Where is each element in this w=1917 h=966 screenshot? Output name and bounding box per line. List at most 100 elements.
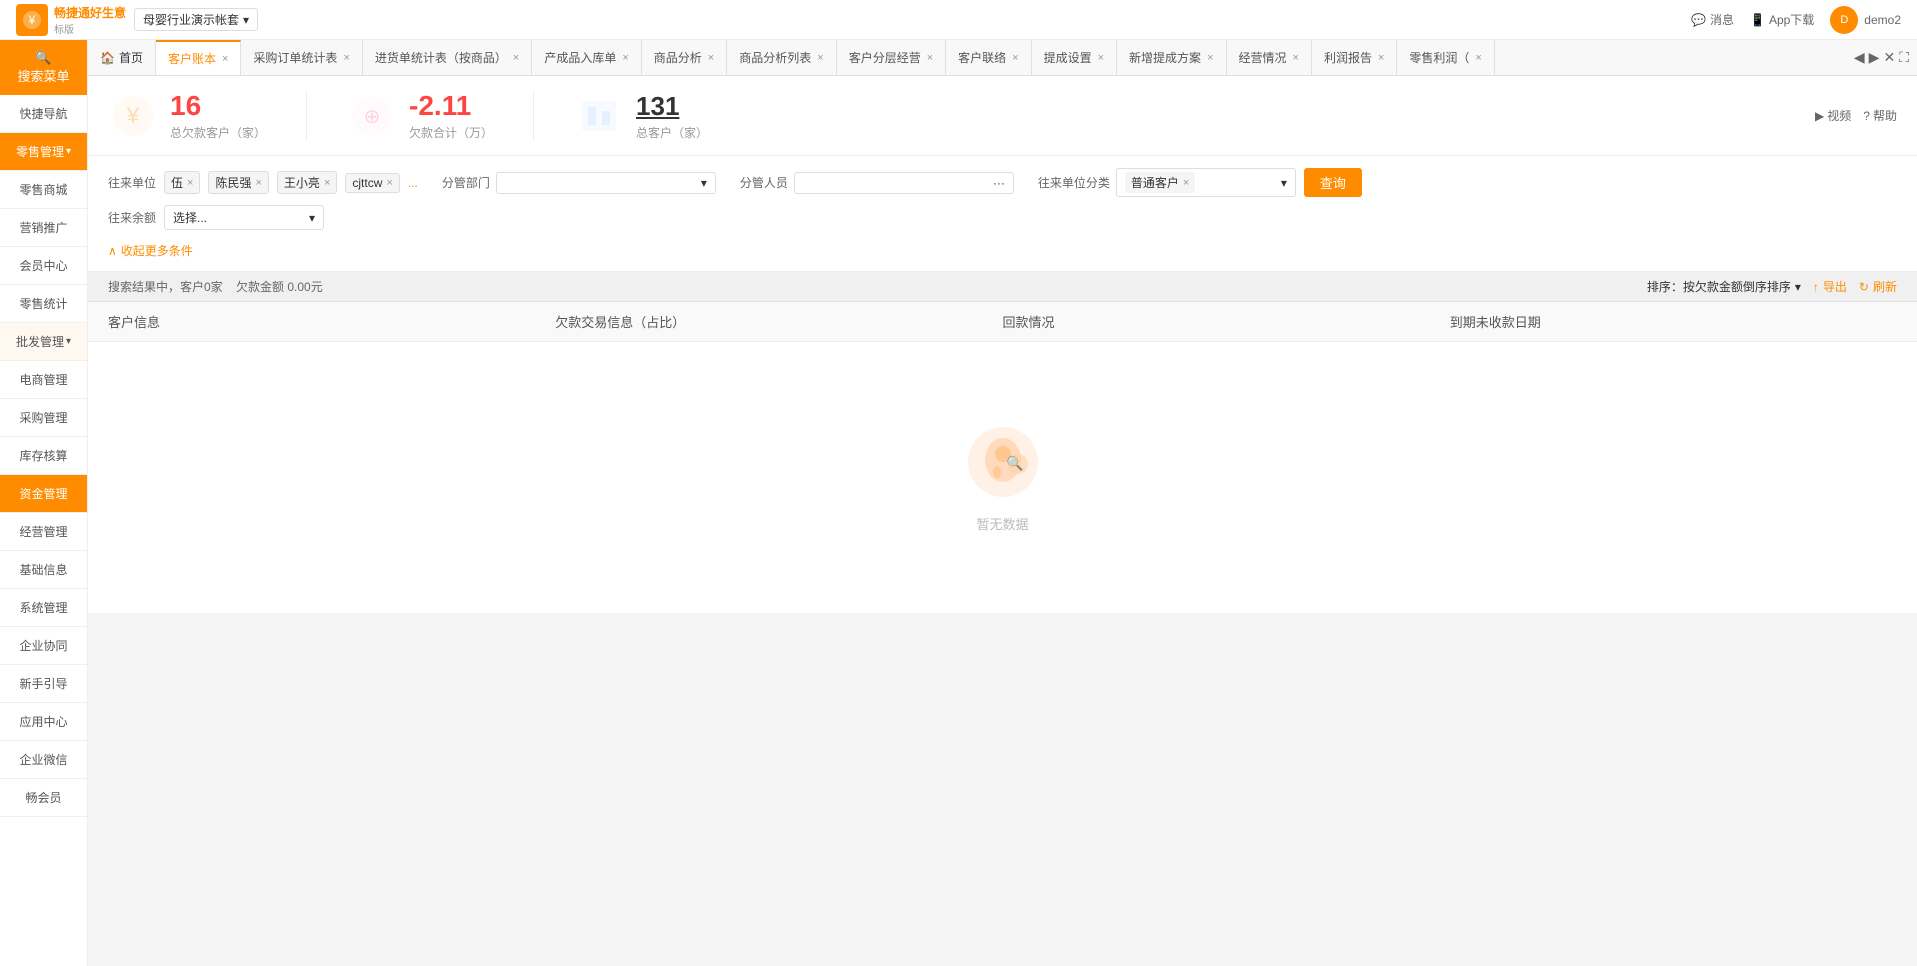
tab-retail-profit-label: 零售利润（ <box>1409 49 1469 66</box>
sidebar-item-retail-mall[interactable]: 零售商城 <box>0 171 87 209</box>
tab-close-all-icon[interactable]: ✕ <box>1883 49 1895 66</box>
tab-product-stock-label: 产成品入库单 <box>544 49 616 66</box>
tab-close-product-list[interactable]: × <box>817 52 823 64</box>
filter-person-select[interactable]: ··· <box>794 172 1014 194</box>
tab-close-profit[interactable]: × <box>1378 52 1384 64</box>
tab-purchase-order-stats[interactable]: 采购订单统计表 × <box>241 40 362 76</box>
refresh-button[interactable]: ↻ 刷新 <box>1859 278 1897 295</box>
logo-subtitle: 标版 <box>54 21 126 36</box>
tab-incoming-stats[interactable]: 进货单统计表（按商品） × <box>363 40 532 76</box>
filter-tag-unit2-text: 陈民强 <box>215 174 251 191</box>
tab-customer-tier-label: 客户分层经营 <box>849 49 921 66</box>
tab-close-customer-tier[interactable]: × <box>927 52 933 64</box>
tab-new-plan[interactable]: 新增提成方案 × <box>1117 40 1226 76</box>
video-label: 视频 <box>1827 107 1851 124</box>
avatar: D <box>1830 6 1858 34</box>
sidebar-item-system-mgmt[interactable]: 系统管理 <box>0 589 87 627</box>
tab-close-operation[interactable]: × <box>1293 52 1299 64</box>
topbar-left: ¥ 畅捷通好生意 标版 母婴行业演示帐套 ▾ <box>16 4 258 36</box>
tab-close-product-stock[interactable]: × <box>622 52 628 64</box>
filter-dept-select[interactable]: ▾ <box>496 172 716 194</box>
sidebar-label-basic-info: 基础信息 <box>19 563 67 577</box>
account-selector[interactable]: 母婴行业演示帐套 ▾ <box>134 8 258 31</box>
tab-customer-tier[interactable]: 客户分层经营 × <box>837 40 946 76</box>
tab-close-new-plan[interactable]: × <box>1207 52 1213 64</box>
table-area: 客户信息 欠款交易信息（占比） 回款情况 到期未收款日期 <box>88 302 1917 613</box>
result-bar: 搜索结果中，客户0家 欠款金额 0.00元 排序：按欠款金额倒序排序 ▾ ↑ 导… <box>88 272 1917 302</box>
sidebar-item-basic-info[interactable]: 基础信息 <box>0 551 87 589</box>
filter-tag-unit1: 伍 × <box>164 171 200 194</box>
tab-prev-icon[interactable]: ◀ <box>1854 49 1865 66</box>
message-label: 消息 <box>1710 11 1734 28</box>
stat-total-customers: ¥ 16 总欠款客户（家） <box>108 90 307 141</box>
help-btn[interactable]: ? 帮助 <box>1863 107 1897 124</box>
sort-select[interactable]: 排序：按欠款金额倒序排序 ▾ <box>1647 278 1801 295</box>
tab-close-customer-contact[interactable]: × <box>1012 52 1018 64</box>
tab-close-retail-profit[interactable]: × <box>1475 52 1481 64</box>
tab-close-incoming[interactable]: × <box>513 52 519 64</box>
tab-customer-contact[interactable]: 客户联络 × <box>946 40 1031 76</box>
filter-tag-unit1-remove[interactable]: × <box>187 177 193 189</box>
tab-close-purchase-order[interactable]: × <box>343 52 349 64</box>
sidebar-item-new-guide[interactable]: 新手引导 <box>0 665 87 703</box>
collapse-button[interactable]: ∧ 收起更多条件 <box>108 242 1897 259</box>
stat-debt: ⊕ -2.11 欠款合计（万） <box>307 90 534 141</box>
sidebar-item-inventory[interactable]: 库存核算 <box>0 437 87 475</box>
query-button[interactable]: 查询 <box>1304 168 1362 197</box>
help-label: 帮助 <box>1873 107 1897 124</box>
tab-close-product-analysis[interactable]: × <box>708 52 714 64</box>
sidebar-search[interactable]: 🔍 搜索菜单 <box>0 40 87 95</box>
stat-label-debt: 欠款合计（万） <box>409 124 493 141</box>
filter-balance-select[interactable]: 选择... ▾ <box>164 205 324 230</box>
tab-customer-capital[interactable]: 客户账本 × <box>156 40 241 76</box>
sidebar-item-marketing[interactable]: 营销推广 <box>0 209 87 247</box>
tab-close-customer-capital[interactable]: × <box>222 53 228 65</box>
empty-icon: 🔍 <box>963 422 1043 502</box>
tab-promotion-settings[interactable]: 提成设置 × <box>1032 40 1117 76</box>
sidebar-item-enterprise[interactable]: 企业协同 <box>0 627 87 665</box>
sidebar-item-enterprise-wechat[interactable]: 企业微信 <box>0 741 87 779</box>
filter-tag-unit3-remove[interactable]: × <box>324 177 330 189</box>
tab-product-analysis[interactable]: 商品分析 × <box>642 40 727 76</box>
tab-close-promotion[interactable]: × <box>1098 52 1104 64</box>
debt-icon: ⊕ <box>347 91 397 141</box>
user-menu[interactable]: D demo2 <box>1830 6 1901 34</box>
tab-product-stock[interactable]: 产成品入库单 × <box>532 40 641 76</box>
sidebar-item-capital-mgmt[interactable]: 资金管理 <box>0 475 87 513</box>
sidebar-item-ecommerce-mgmt[interactable]: 电商管理 <box>0 361 87 399</box>
app-download-btn[interactable]: 📱 App下载 <box>1750 11 1814 28</box>
message-btn[interactable]: 💬 消息 <box>1691 11 1734 28</box>
sidebar-item-retail-mgmt[interactable]: 零售管理 ▾ <box>0 133 87 171</box>
filter-unit-class-remove[interactable]: × <box>1183 177 1189 189</box>
sidebar-item-wholesale-mgmt[interactable]: 批发管理 ▾ <box>0 323 87 361</box>
filter-unit-class-select[interactable]: 普通客户 × ▾ <box>1116 168 1296 197</box>
video-btn[interactable]: ▶ 视频 <box>1815 107 1851 124</box>
sidebar-label-retail-stats: 零售统计 <box>19 297 67 311</box>
tab-expand-icon[interactable]: ⛶ <box>1899 49 1909 66</box>
export-button[interactable]: ↑ 导出 <box>1813 278 1847 295</box>
tab-next-icon[interactable]: ▶ <box>1869 49 1880 66</box>
tab-profit-report-label: 利润报告 <box>1324 49 1372 66</box>
sidebar-item-quick-nav[interactable]: 快捷导航 <box>0 95 87 133</box>
tab-product-analysis-list[interactable]: 商品分析列表 × <box>727 40 836 76</box>
sidebar-item-vip-member[interactable]: 畅会员 <box>0 779 87 817</box>
sidebar-item-retail-stats[interactable]: 零售统计 <box>0 285 87 323</box>
filter-balance-label: 往来余额 <box>108 209 156 226</box>
tab-operation-status[interactable]: 经营情况 × <box>1227 40 1312 76</box>
sidebar-item-operation-mgmt[interactable]: 经营管理 <box>0 513 87 551</box>
filter-more-tags[interactable]: ... <box>408 176 418 190</box>
filter-tag-unit2: 陈民强 × <box>208 171 268 194</box>
sidebar-item-member-center[interactable]: 会员中心 <box>0 247 87 285</box>
total-customer-icon <box>574 91 624 141</box>
tab-retail-profit[interactable]: 零售利润（ × <box>1397 40 1494 76</box>
filter-tag-unit2-remove[interactable]: × <box>255 177 261 189</box>
chevron-down-balance: ▾ <box>309 211 315 225</box>
sidebar-item-app-center[interactable]: 应用中心 <box>0 703 87 741</box>
sidebar-item-purchase-mgmt[interactable]: 采购管理 <box>0 399 87 437</box>
filter-tag-unit3-text: 王小亮 <box>284 174 320 191</box>
message-icon: 💬 <box>1691 13 1706 27</box>
tab-profit-report[interactable]: 利润报告 × <box>1312 40 1397 76</box>
filter-tag-unit4-remove[interactable]: × <box>386 177 392 189</box>
sidebar-label-operation-mgmt: 经营管理 <box>19 525 67 539</box>
tab-home[interactable]: 🏠 首页 <box>88 40 156 76</box>
